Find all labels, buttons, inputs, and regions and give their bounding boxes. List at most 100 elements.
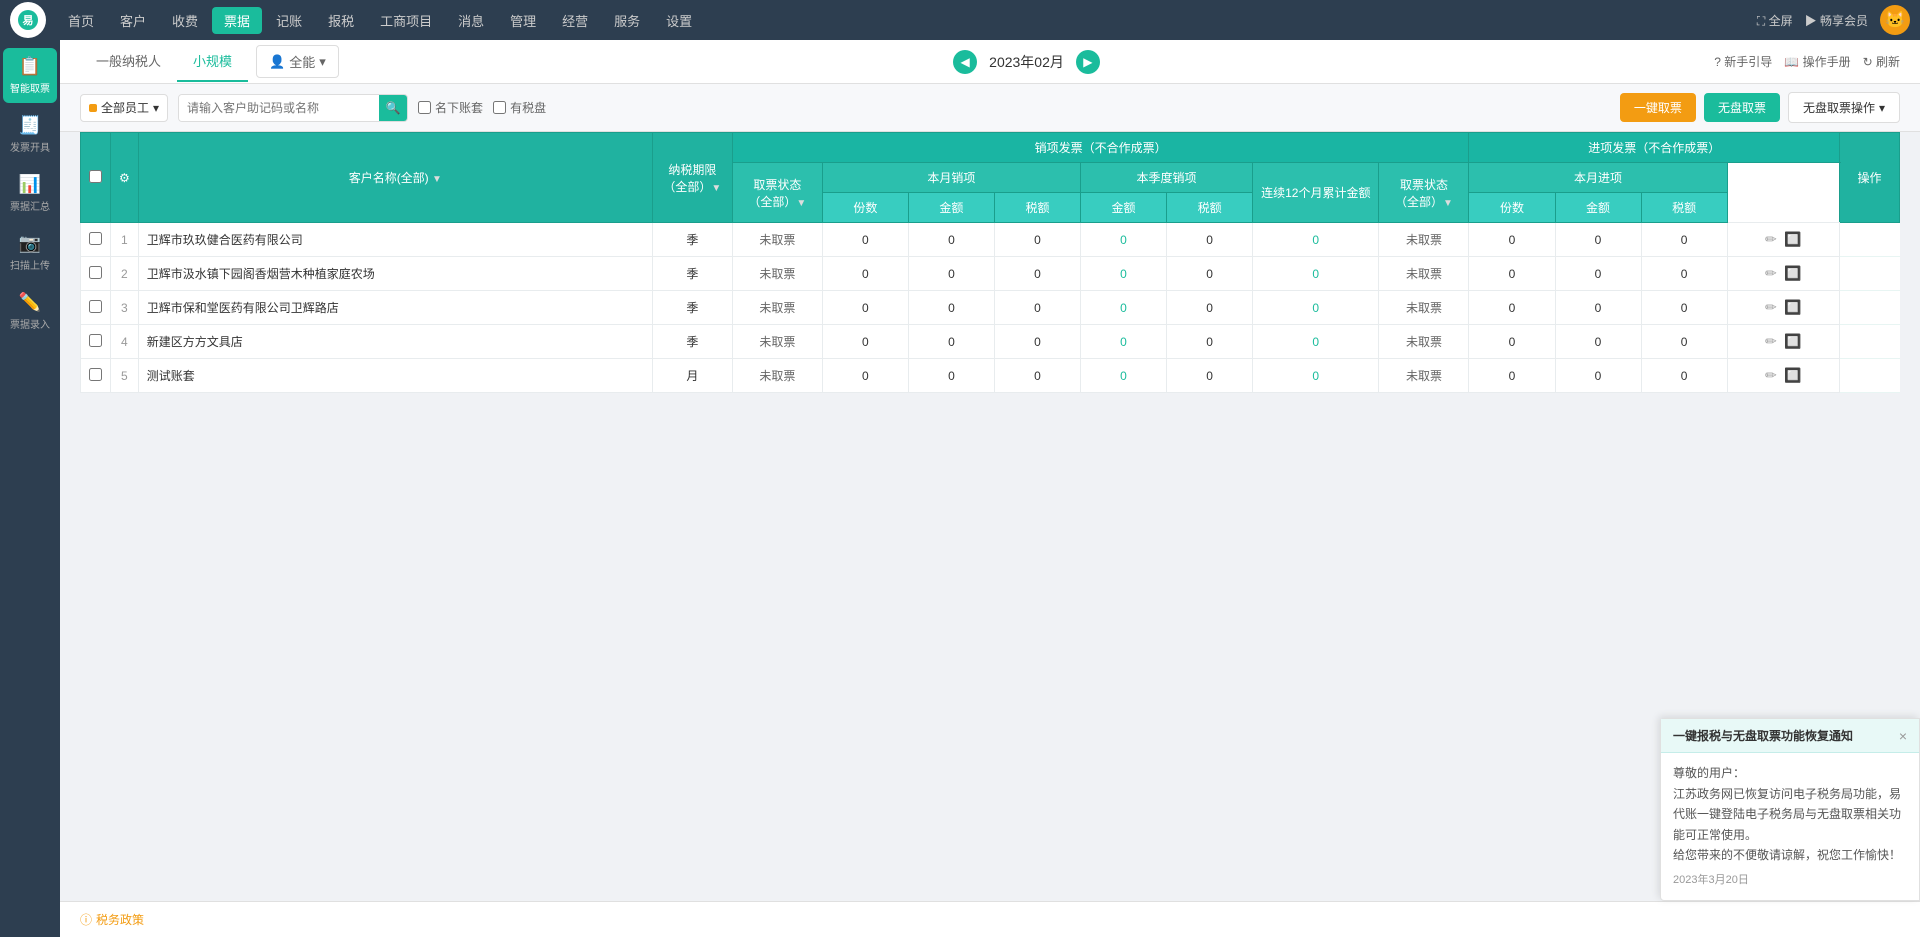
purchase-month-shares-cell: 0 — [1469, 223, 1555, 257]
search-button[interactable]: 🔍 — [379, 94, 407, 122]
toolbar-right-actions: 一键取票 无盘取票 无盘取票操作 ▾ — [1620, 92, 1900, 123]
row-checkbox-2[interactable] — [89, 300, 102, 313]
select-all-checkbox[interactable] — [89, 170, 102, 183]
edit-icon-0[interactable]: ✏ — [1765, 231, 1777, 247]
view-icon-1[interactable]: 🔲 — [1784, 265, 1801, 281]
my-accounts-checkbox-label[interactable]: 名下账套 — [418, 99, 483, 116]
sales-month-amount-cell: 0 — [908, 291, 994, 325]
sales-month-shares-cell: 0 — [822, 291, 908, 325]
user-avatar[interactable]: 🐱 — [1880, 5, 1910, 35]
sidebar-item-smart-fetch[interactable]: 📋 智能取票 — [3, 48, 57, 103]
edit-icon-4[interactable]: ✏ — [1765, 367, 1777, 383]
sales-12month-link[interactable]: 0 — [1312, 369, 1319, 383]
no-disk-op-button[interactable]: 无盘取票操作 ▾ — [1788, 92, 1900, 123]
sales-12month-link[interactable]: 0 — [1312, 267, 1319, 281]
sidebar-item-invoice-open[interactable]: 🧾 发票开具 — [3, 107, 57, 162]
svg-text:易: 易 — [23, 14, 34, 27]
sidebar-item-summary[interactable]: 📊 票据汇总 — [3, 166, 57, 221]
fullscreen-button[interactable]: ⛶ 全屏 — [1757, 12, 1793, 29]
nav-item-bookkeeping[interactable]: 记账 — [264, 7, 314, 34]
nav-item-service[interactable]: 服务 — [602, 7, 652, 34]
sales-fetch-status-cell: 未取票 — [732, 325, 822, 359]
row-number: 5 — [111, 359, 139, 393]
period-next-button[interactable]: ▶ — [1076, 50, 1100, 74]
nav-item-customer[interactable]: 客户 — [108, 7, 158, 34]
period-display: 2023年02月 — [989, 52, 1064, 72]
sales-month-amount-cell: 0 — [908, 257, 994, 291]
nav-item-billing[interactable]: 收费 — [160, 7, 210, 34]
purchase-fetch-status-cell: 未取票 — [1379, 257, 1469, 291]
period-prev-button[interactable]: ◀ — [953, 50, 977, 74]
nav-item-invoice[interactable]: 票据 — [212, 7, 262, 34]
nav-item-operation[interactable]: 经营 — [550, 7, 600, 34]
nav-item-message[interactable]: 消息 — [446, 7, 496, 34]
sub-header-right: ? 新手引导 📖 操作手册 ↻ 刷新 — [1714, 53, 1900, 70]
has-tax-disk-checkbox[interactable] — [493, 101, 506, 114]
sales-12month-link[interactable]: 0 — [1312, 335, 1319, 349]
beginner-guide-button[interactable]: ? 新手引导 — [1714, 53, 1772, 70]
notification-date: 2023年3月20日 — [1673, 871, 1907, 890]
row-checkbox-cell — [81, 257, 111, 291]
tab-small-scale[interactable]: 小规模 — [177, 41, 248, 82]
row-checkbox-1[interactable] — [89, 266, 102, 279]
edit-icon-3[interactable]: ✏ — [1765, 333, 1777, 349]
sales-quarter-amount-link[interactable]: 0 — [1120, 301, 1127, 315]
view-icon-2[interactable]: 🔲 — [1784, 299, 1801, 315]
has-tax-disk-checkbox-label[interactable]: 有税盘 — [493, 99, 546, 116]
sales-quarter-amount-link[interactable]: 0 — [1120, 233, 1127, 247]
search-box: 🔍 — [178, 94, 408, 122]
sales-quarter-amount-link[interactable]: 0 — [1120, 369, 1127, 383]
nav-item-settings[interactable]: 设置 — [654, 7, 704, 34]
my-accounts-checkbox[interactable] — [418, 101, 431, 114]
tab-general-taxpayer[interactable]: 一般纳税人 — [80, 41, 177, 82]
sidebar-item-entry[interactable]: ✏️ 票据录入 — [3, 284, 57, 339]
purchase-month-tax-cell: 0 — [1641, 223, 1727, 257]
sales-12month-cell: 0 — [1253, 257, 1379, 291]
row-checkbox-3[interactable] — [89, 334, 102, 347]
tax-policy-link[interactable]: ⓘ 税务政策 — [80, 911, 144, 928]
tax-period-cell: 季 — [652, 291, 732, 325]
nav-item-manage[interactable]: 管理 — [498, 7, 548, 34]
dropdown-arrow-icon: ▾ — [319, 54, 326, 70]
nav-item-business[interactable]: 工商项目 — [368, 7, 444, 34]
col-sales-quarterly-group: 本季度销项 — [1081, 163, 1253, 193]
sidebar-label-invoice-open: 发票开具 — [10, 139, 50, 154]
col-operation-header: 操作 — [1840, 133, 1900, 223]
member-button[interactable]: ▶ 畅享会员 — [1805, 12, 1868, 29]
invoice-open-icon: 🧾 — [19, 115, 41, 136]
manual-button[interactable]: 📖 操作手册 — [1784, 53, 1850, 70]
sales-quarter-amount-link[interactable]: 0 — [1120, 335, 1127, 349]
col-group-sales: 销项发票（不合作成票） — [732, 133, 1469, 163]
sales-quarter-tax-cell: 0 — [1167, 223, 1253, 257]
purchase-fetch-status-cell: 未取票 — [1379, 359, 1469, 393]
sidebar-item-scan[interactable]: 📷 扫描上传 — [3, 225, 57, 280]
col-customer-name: 客户名称(全部) ▼ — [138, 133, 652, 223]
sales-12month-link[interactable]: 0 — [1312, 233, 1319, 247]
sales-12month-link[interactable]: 0 — [1312, 301, 1319, 315]
row-checkbox-4[interactable] — [89, 368, 102, 381]
view-icon-0[interactable]: 🔲 — [1784, 231, 1801, 247]
entry-icon: ✏️ — [19, 292, 41, 313]
sales-quarter-amount-link[interactable]: 0 — [1120, 267, 1127, 281]
settings-icon[interactable]: ⚙ — [119, 171, 130, 185]
notification-close-button[interactable]: × — [1899, 728, 1907, 744]
notification-text: 尊敬的用户： 江苏政务网已恢复访问电子税务局功能，易代账一键登陆电子税务局与无盘… — [1673, 763, 1907, 865]
edit-icon-2[interactable]: ✏ — [1765, 299, 1777, 315]
no-disk-fetch-button[interactable]: 无盘取票 — [1704, 93, 1780, 122]
view-icon-3[interactable]: 🔲 — [1784, 333, 1801, 349]
nav-item-tax[interactable]: 报税 — [316, 7, 366, 34]
employee-select[interactable]: 全部员工 ▾ — [80, 94, 168, 122]
row-number: 2 — [111, 257, 139, 291]
search-input[interactable] — [179, 95, 379, 121]
sales-12month-cell: 0 — [1253, 359, 1379, 393]
edit-icon-1[interactable]: ✏ — [1765, 265, 1777, 281]
tab-full-ability[interactable]: 👤 全能 ▾ — [256, 45, 339, 78]
nav-item-home[interactable]: 首页 — [56, 7, 106, 34]
row-checkbox-cell — [81, 291, 111, 325]
row-checkbox-0[interactable] — [89, 232, 102, 245]
refresh-button[interactable]: ↻ 刷新 — [1863, 53, 1900, 70]
view-icon-4[interactable]: 🔲 — [1784, 367, 1801, 383]
one-key-fetch-button[interactable]: 一键取票 — [1620, 93, 1696, 122]
employee-dot — [89, 104, 97, 112]
smart-fetch-icon: 📋 — [19, 56, 41, 77]
